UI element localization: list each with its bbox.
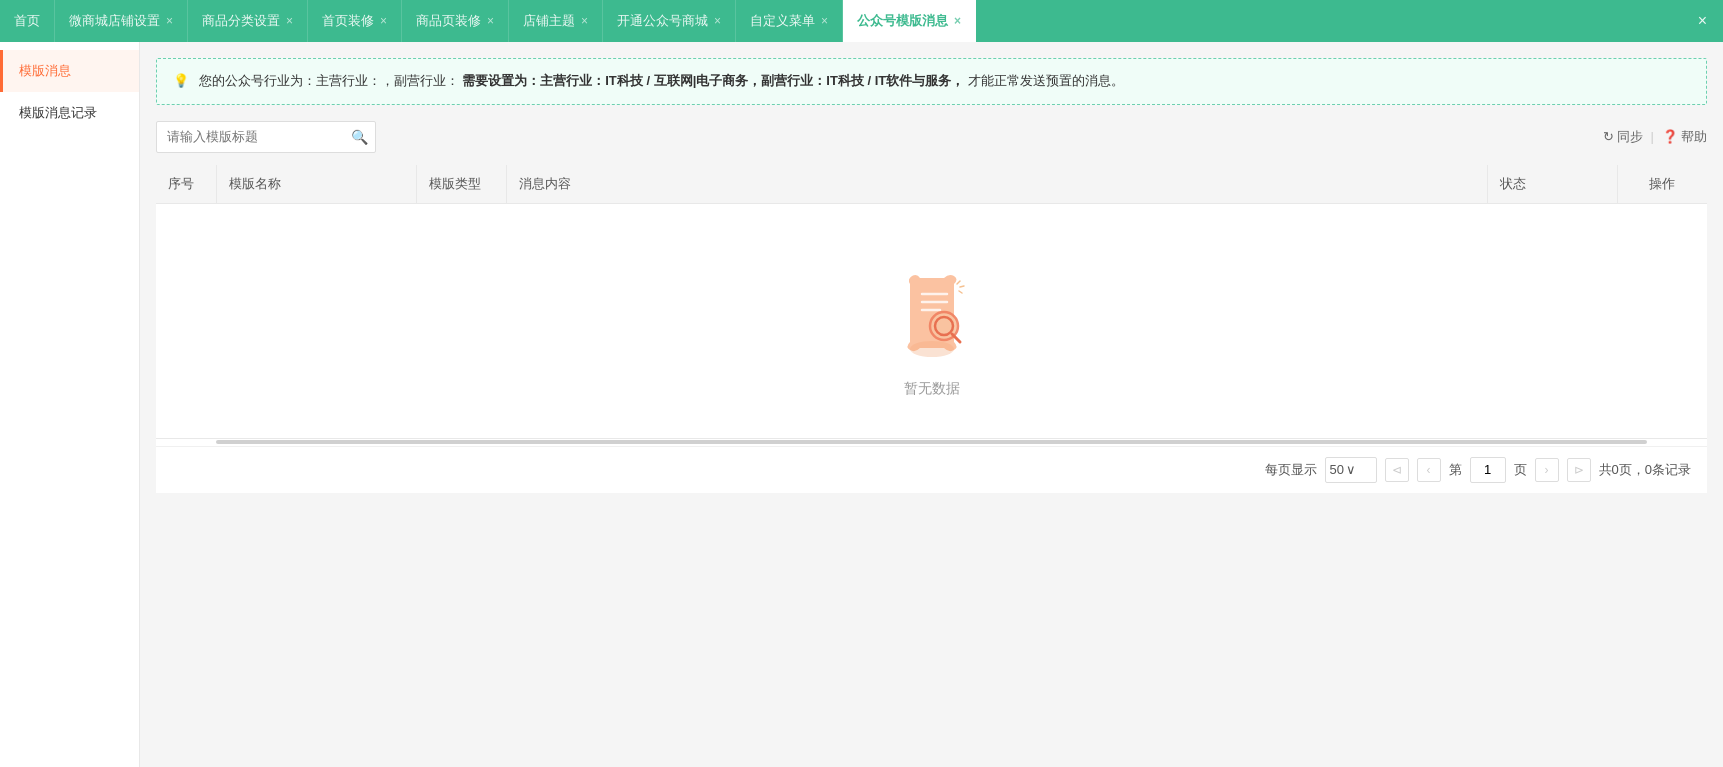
col-header-content: 消息内容 xyxy=(506,165,1487,204)
total-info: 共0页，0条记录 xyxy=(1599,461,1691,479)
help-label: 帮助 xyxy=(1681,128,1707,146)
close-tab-product-decor[interactable]: × xyxy=(487,14,494,28)
col-header-type: 模版类型 xyxy=(416,165,506,204)
close-tab-open-mall[interactable]: × xyxy=(714,14,721,28)
nav-tab-product-category[interactable]: 商品分类设置× xyxy=(188,0,308,42)
nav-tab-product-decor[interactable]: 商品页装修× xyxy=(402,0,509,42)
next-page-button[interactable]: › xyxy=(1535,458,1559,482)
close-all-button[interactable]: × xyxy=(1682,12,1723,30)
help-button[interactable]: ❓ 帮助 xyxy=(1662,128,1707,146)
notice-suffix: 才能正常发送预置的消息。 xyxy=(968,73,1124,88)
sidebar-item-template-msg[interactable]: 模版消息 xyxy=(0,50,139,92)
sync-label: 同步 xyxy=(1617,128,1643,146)
search-actions: ↻ 同步 | ❓ 帮助 xyxy=(1603,128,1707,146)
prev-page-button[interactable]: ‹ xyxy=(1417,458,1441,482)
help-icon: ❓ xyxy=(1662,129,1678,144)
divider: | xyxy=(1651,129,1654,144)
table-header-row: 序号 模版名称 模版类型 消息内容 状态 操作 xyxy=(156,165,1707,204)
notice-icon: 💡 xyxy=(173,73,189,88)
search-input-wrap: 🔍 xyxy=(156,121,376,153)
svg-line-8 xyxy=(960,286,964,287)
sidebar: 模版消息模版消息记录 xyxy=(0,42,140,767)
page-size-chevron: ∨ xyxy=(1346,462,1356,477)
sync-icon: ↻ xyxy=(1603,129,1614,144)
close-tab-home-decor[interactable]: × xyxy=(380,14,387,28)
search-icon[interactable]: 🔍 xyxy=(351,129,368,145)
page-unit-label: 页 xyxy=(1514,461,1527,479)
nav-tab-template-msg[interactable]: 公众号模版消息× xyxy=(843,0,976,42)
top-nav-bar: 首页微商城店铺设置×商品分类设置×首页装修×商品页装修×店铺主题×开通公众号商城… xyxy=(0,0,1723,42)
empty-icon xyxy=(882,264,982,364)
page-number-input[interactable] xyxy=(1470,457,1506,483)
pagination: 每页显示 50 ∨ ⊲ ‹ 第 页 › ⊳ 共0页，0条记录 xyxy=(156,446,1707,493)
close-tab-custom-menu[interactable]: × xyxy=(821,14,828,28)
notice-highlight: 需要设置为：主营行业：IT科技 / 互联网|电子商务，副营行业：IT科技 / I… xyxy=(462,73,964,88)
col-header-name: 模版名称 xyxy=(216,165,416,204)
sync-button[interactable]: ↻ 同步 xyxy=(1603,128,1643,146)
nav-tab-home[interactable]: 首页 xyxy=(0,0,55,42)
data-table: 序号 模版名称 模版类型 消息内容 状态 操作 xyxy=(156,165,1707,204)
svg-line-9 xyxy=(959,291,962,293)
close-tab-template-msg[interactable]: × xyxy=(954,14,961,28)
close-tab-shop-settings[interactable]: × xyxy=(166,14,173,28)
last-page-button[interactable]: ⊳ xyxy=(1567,458,1591,482)
col-header-seq: 序号 xyxy=(156,165,216,204)
main-layout: 模版消息模版消息记录 💡 您的公众号行业为：主营行业：，副营行业： 需要设置为：… xyxy=(0,42,1723,767)
page-size-label: 每页显示 xyxy=(1265,461,1317,479)
search-bar: 🔍 ↻ 同步 | ❓ 帮助 xyxy=(156,121,1707,153)
svg-line-7 xyxy=(957,281,960,284)
page-size-value: 50 xyxy=(1330,462,1344,477)
notice-box: 💡 您的公众号行业为：主营行业：，副营行业： 需要设置为：主营行业：IT科技 /… xyxy=(156,58,1707,105)
nav-tab-shop-theme[interactable]: 店铺主题× xyxy=(509,0,603,42)
empty-state: 暂无数据 xyxy=(156,204,1707,438)
sidebar-item-template-msg-record[interactable]: 模版消息记录 xyxy=(0,92,139,134)
empty-text: 暂无数据 xyxy=(904,380,960,398)
page-size-select[interactable]: 50 ∨ xyxy=(1325,457,1377,483)
scrollbar-track xyxy=(216,440,1647,444)
close-tab-shop-theme[interactable]: × xyxy=(581,14,588,28)
notice-prefix: 您的公众号行业为：主营行业：，副营行业： xyxy=(199,73,459,88)
table-wrapper: 序号 模版名称 模版类型 消息内容 状态 操作 xyxy=(156,165,1707,446)
page-label: 第 xyxy=(1449,461,1462,479)
col-header-action: 操作 xyxy=(1617,165,1707,204)
horizontal-scrollbar[interactable] xyxy=(156,438,1707,446)
content-area: 💡 您的公众号行业为：主营行业：，副营行业： 需要设置为：主营行业：IT科技 /… xyxy=(140,42,1723,767)
search-input[interactable] xyxy=(156,121,376,153)
close-tab-product-category[interactable]: × xyxy=(286,14,293,28)
first-page-button[interactable]: ⊲ xyxy=(1385,458,1409,482)
col-header-status: 状态 xyxy=(1487,165,1617,204)
nav-tab-open-mall[interactable]: 开通公众号商城× xyxy=(603,0,736,42)
nav-tab-home-decor[interactable]: 首页装修× xyxy=(308,0,402,42)
nav-tab-shop-settings[interactable]: 微商城店铺设置× xyxy=(55,0,188,42)
nav-tab-custom-menu[interactable]: 自定义菜单× xyxy=(736,0,843,42)
